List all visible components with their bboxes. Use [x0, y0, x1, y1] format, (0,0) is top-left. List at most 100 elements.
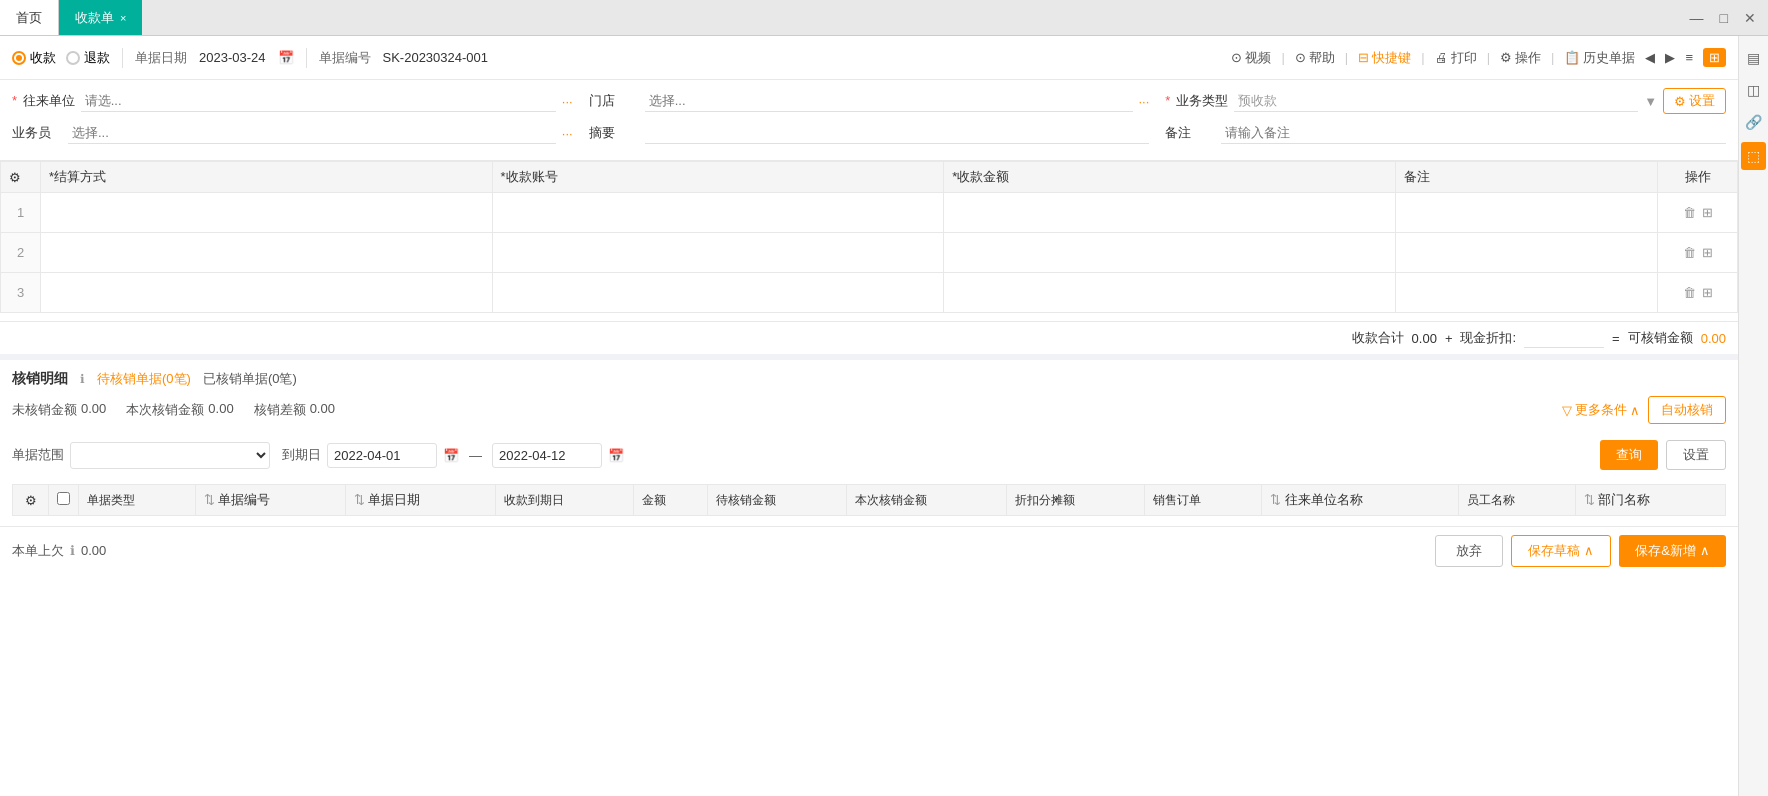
account-cell-3[interactable] [492, 273, 944, 313]
action-link[interactable]: ⚙ 操作 [1500, 49, 1541, 67]
panel-icon-1[interactable]: ▤ [1743, 46, 1764, 70]
calendar-from-icon[interactable]: 📅 [443, 448, 459, 463]
video-link[interactable]: ⊙ 视频 [1231, 49, 1271, 67]
reconcile-section: 核销明细 ℹ 待核销单据(0笔) 已核销单据(0笔) 未核销金额 0.00 本次… [0, 354, 1738, 526]
range-select[interactable] [70, 442, 270, 469]
completed-tab[interactable]: 已核销单据(0笔) [203, 370, 297, 388]
copy-icon-3[interactable]: ⊞ [1702, 285, 1713, 300]
date-to-input[interactable] [492, 443, 602, 468]
help-link[interactable]: ⊙ 帮助 [1295, 49, 1335, 67]
maximize-button[interactable]: □ [1716, 10, 1732, 26]
note-cell-1[interactable] [1395, 193, 1657, 233]
amount-cell-1[interactable] [944, 193, 1396, 233]
divider1 [122, 48, 123, 68]
delete-icon-3[interactable]: 🗑 [1683, 285, 1696, 300]
panel-icon-2[interactable]: ◫ [1743, 78, 1764, 102]
store-input[interactable] [645, 90, 1133, 112]
remark-input[interactable] [1221, 122, 1726, 144]
video-icon: ⊙ [1231, 50, 1242, 65]
draft-arrow-icon: ∧ [1584, 543, 1594, 558]
save-draft-button[interactable]: 保存草稿 ∧ [1511, 535, 1611, 567]
radio-refund-label: 退款 [84, 49, 110, 67]
nav-next[interactable]: ▶ [1665, 50, 1675, 65]
discount-input[interactable] [1524, 328, 1604, 348]
calendar-to-icon[interactable]: 📅 [608, 448, 624, 463]
footer: 本单上欠 ℹ 0.00 放弃 保存草稿 ∧ 保存&新增 ∧ [0, 526, 1738, 574]
summary-input[interactable] [645, 122, 1150, 144]
radio-receipt[interactable]: 收款 [12, 49, 56, 67]
bottom-table: ⚙ 单据类型 ⇅ 单据编号 [12, 484, 1726, 516]
business-type-input[interactable] [1234, 90, 1638, 112]
set-button[interactable]: 设置 [1666, 440, 1726, 470]
view-grid-icon[interactable]: ⊞ [1703, 48, 1726, 67]
tab-close-icon[interactable]: × [120, 12, 126, 24]
col-current-write-header: 本次核销金额 [846, 485, 1006, 516]
print-icon: 🖨 [1435, 50, 1448, 65]
auto-reconcile-button[interactable]: 自动核销 [1648, 396, 1726, 424]
settlement-cell-1[interactable] [41, 193, 493, 233]
diff-meta: 核销差额 0.00 [254, 401, 335, 419]
note-cell-3[interactable] [1395, 273, 1657, 313]
summary-label: 摘要 [589, 124, 639, 142]
tab-receipt[interactable]: 收款单 × [59, 0, 142, 35]
date-from-input[interactable] [327, 443, 437, 468]
select-all-checkbox[interactable] [57, 492, 70, 505]
col-gear-header[interactable]: ⚙ [1, 162, 41, 193]
settlement-cell-2[interactable] [41, 233, 493, 273]
date-field: 到期日 📅 — 📅 [282, 443, 624, 468]
query-button[interactable]: 查询 [1600, 440, 1658, 470]
radio-refund[interactable]: 退款 [66, 49, 110, 67]
amount-cell-2[interactable] [944, 233, 1396, 273]
account-cell-2[interactable] [492, 233, 944, 273]
bottom-gear-header[interactable]: ⚙ [13, 485, 49, 516]
pending-tab[interactable]: 待核销单据(0笔) [97, 370, 191, 388]
reconcile-meta-right: ▽ 更多条件 ∧ 自动核销 [1562, 396, 1726, 424]
bottom-check-header [49, 485, 79, 516]
nav-prev[interactable]: ◀ [1645, 50, 1655, 65]
discard-button[interactable]: 放弃 [1435, 535, 1503, 567]
view-list-icon[interactable]: ≡ [1685, 50, 1693, 65]
data-table: ⚙ *结算方式 *收款账号 *收款金额 [0, 161, 1738, 313]
diff-value: 0.00 [310, 401, 335, 419]
more-conditions-link[interactable]: ▽ 更多条件 ∧ [1562, 401, 1640, 419]
counterpart-input[interactable] [81, 90, 556, 112]
action-cell-1: 🗑 ⊞ [1658, 193, 1738, 233]
history-icon: 📋 [1564, 50, 1580, 65]
delete-icon-2[interactable]: 🗑 [1683, 245, 1696, 260]
history-link[interactable]: 📋 历史单据 [1564, 49, 1635, 67]
panel-icon-4[interactable]: ⬚ [1741, 142, 1766, 170]
business-type-dropdown-icon[interactable]: ▼ [1644, 94, 1657, 109]
amount-cell-3[interactable] [944, 273, 1396, 313]
copy-icon-2[interactable]: ⊞ [1702, 245, 1713, 260]
counterpart-more-icon[interactable]: ··· [562, 94, 573, 109]
col-action-header: 操作 [1658, 162, 1738, 193]
col-amount-header: 金额 [634, 485, 708, 516]
panel-icon-3[interactable]: 🔗 [1741, 110, 1766, 134]
date-icon[interactable]: 📅 [278, 50, 294, 65]
minimize-button[interactable]: — [1686, 10, 1708, 26]
counterpart-field: * 往来单位 ··· [12, 90, 573, 112]
total-value: 0.00 [1412, 331, 1437, 346]
save-new-button[interactable]: 保存&新增 ∧ [1619, 535, 1726, 567]
table-row: 1 🗑 ⊞ [1, 193, 1738, 233]
tab-home[interactable]: 首页 [0, 0, 59, 35]
setting-button[interactable]: ⚙ 设置 [1663, 88, 1726, 114]
remark-field: 备注 [1165, 122, 1726, 144]
reconcile-info-icon[interactable]: ℹ [80, 372, 85, 386]
delete-icon-1[interactable]: 🗑 [1683, 205, 1696, 220]
account-cell-1[interactable] [492, 193, 944, 233]
shortcut-link[interactable]: ⊟ 快捷键 [1358, 49, 1411, 67]
range-label: 单据范围 [12, 446, 64, 464]
business-type-field: * 业务类型 ▼ ⚙ 设置 [1165, 88, 1726, 114]
radio-receipt-label: 收款 [30, 49, 56, 67]
note-cell-2[interactable] [1395, 233, 1657, 273]
local-info-icon[interactable]: ℹ [70, 543, 75, 558]
store-more-icon[interactable]: ··· [1139, 94, 1150, 109]
salesperson-more-icon[interactable]: ··· [562, 126, 573, 141]
store-field: 门店 ··· [589, 90, 1150, 112]
salesperson-input[interactable] [68, 122, 556, 144]
close-button[interactable]: ✕ [1740, 10, 1760, 26]
settlement-cell-3[interactable] [41, 273, 493, 313]
print-link[interactable]: 🖨 打印 [1435, 49, 1477, 67]
copy-icon-1[interactable]: ⊞ [1702, 205, 1713, 220]
